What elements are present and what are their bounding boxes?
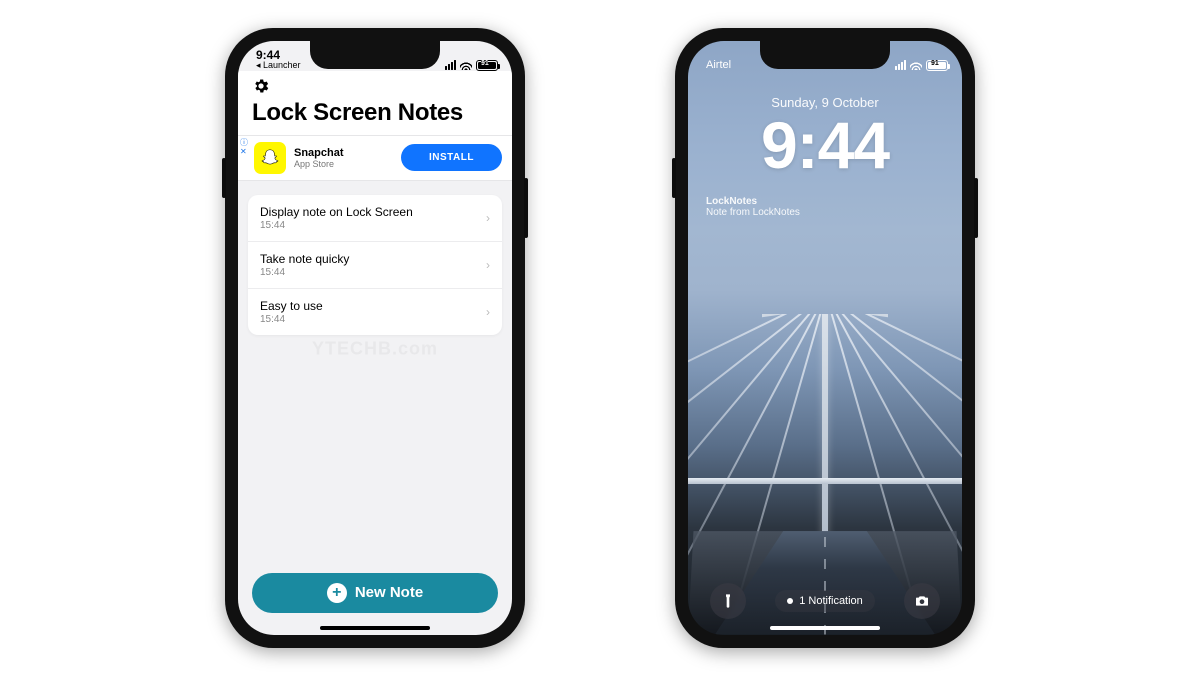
battery-icon: 91 [476,60,498,71]
chevron-right-icon: › [486,258,490,272]
lockscreen-time: 9:44 [688,112,962,178]
status-right: 91 [895,60,948,71]
install-button[interactable]: INSTALL [401,144,502,171]
lockscreen-date: Sunday, 9 October [688,95,962,110]
notification-count: 1 Notification [799,595,863,607]
note-time: 15:44 [260,220,413,231]
notch [310,41,440,69]
camera-icon [914,593,930,609]
notification-pill[interactable]: 1 Notification [775,590,875,612]
notch [760,41,890,69]
new-note-button[interactable]: + New Note [252,573,498,613]
phone-app-mockup: 9:44 ◂ Launcher 91 Lock Screen Notes ⓘ✕ … [225,28,525,648]
phone-lockscreen-mockup: Airtel 91 Sunday, 9 October 9:44 LockNot… [675,28,975,648]
list-item[interactable]: Easy to use 15:44 › [248,289,502,335]
battery-level: 91 [931,60,939,67]
signal-icon [895,60,906,70]
widget-body: Note from LockNotes [706,207,962,218]
lock-screen: Airtel 91 Sunday, 9 October 9:44 LockNot… [688,41,962,635]
gear-icon[interactable] [252,77,270,95]
chevron-right-icon: › [486,211,490,225]
note-title: Easy to use [260,299,323,313]
bridge-cable [825,314,962,492]
signal-icon [445,60,456,70]
lockscreen-bottom-bar: 1 Notification [688,583,962,619]
notes-list: Display note on Lock Screen 15:44 › Take… [248,195,502,335]
chevron-right-icon: › [486,305,490,319]
snapchat-icon [254,142,286,174]
status-right: 91 [445,60,498,71]
bridge-rail [688,478,962,484]
ad-subtitle: App Store [294,159,344,169]
lockscreen-widget[interactable]: LockNotes Note from LockNotes [706,196,962,218]
battery-icon: 91 [926,60,948,71]
note-time: 15:44 [260,267,349,278]
ad-banner[interactable]: ⓘ✕ Snapchat App Store INSTALL [238,136,512,181]
note-title: Take note quicky [260,252,349,266]
home-indicator[interactable] [320,626,430,630]
camera-button[interactable] [904,583,940,619]
ad-info-icon[interactable]: ⓘ✕ [240,138,248,156]
dot-icon [787,598,793,604]
wifi-icon [910,61,922,70]
ad-text: Snapchat App Store [294,147,344,169]
app-screen: 9:44 ◂ Launcher 91 Lock Screen Notes ⓘ✕ … [238,41,512,635]
widget-title: LockNotes [706,196,962,207]
status-time-block: 9:44 ◂ Launcher [256,48,301,71]
list-item[interactable]: Take note quicky 15:44 › [248,242,502,289]
list-item[interactable]: Display note on Lock Screen 15:44 › [248,195,502,242]
wifi-icon [460,61,472,70]
ad-title: Snapchat [294,147,344,159]
new-note-label: New Note [355,584,423,601]
watermark: YTECHB.com [312,339,438,360]
bridge-pylon [822,314,828,564]
carrier-label: Airtel [706,59,731,71]
bridge-cable [688,314,827,492]
battery-level: 91 [481,60,489,67]
app-header: Lock Screen Notes [238,71,512,136]
flashlight-icon [720,593,736,609]
home-indicator[interactable] [770,626,880,630]
note-title: Display note on Lock Screen [260,205,413,219]
page-title: Lock Screen Notes [252,99,498,127]
back-to-launcher[interactable]: ◂ Launcher [256,60,301,71]
flashlight-button[interactable] [710,583,746,619]
note-time: 15:44 [260,314,323,325]
plus-icon: + [327,583,347,603]
